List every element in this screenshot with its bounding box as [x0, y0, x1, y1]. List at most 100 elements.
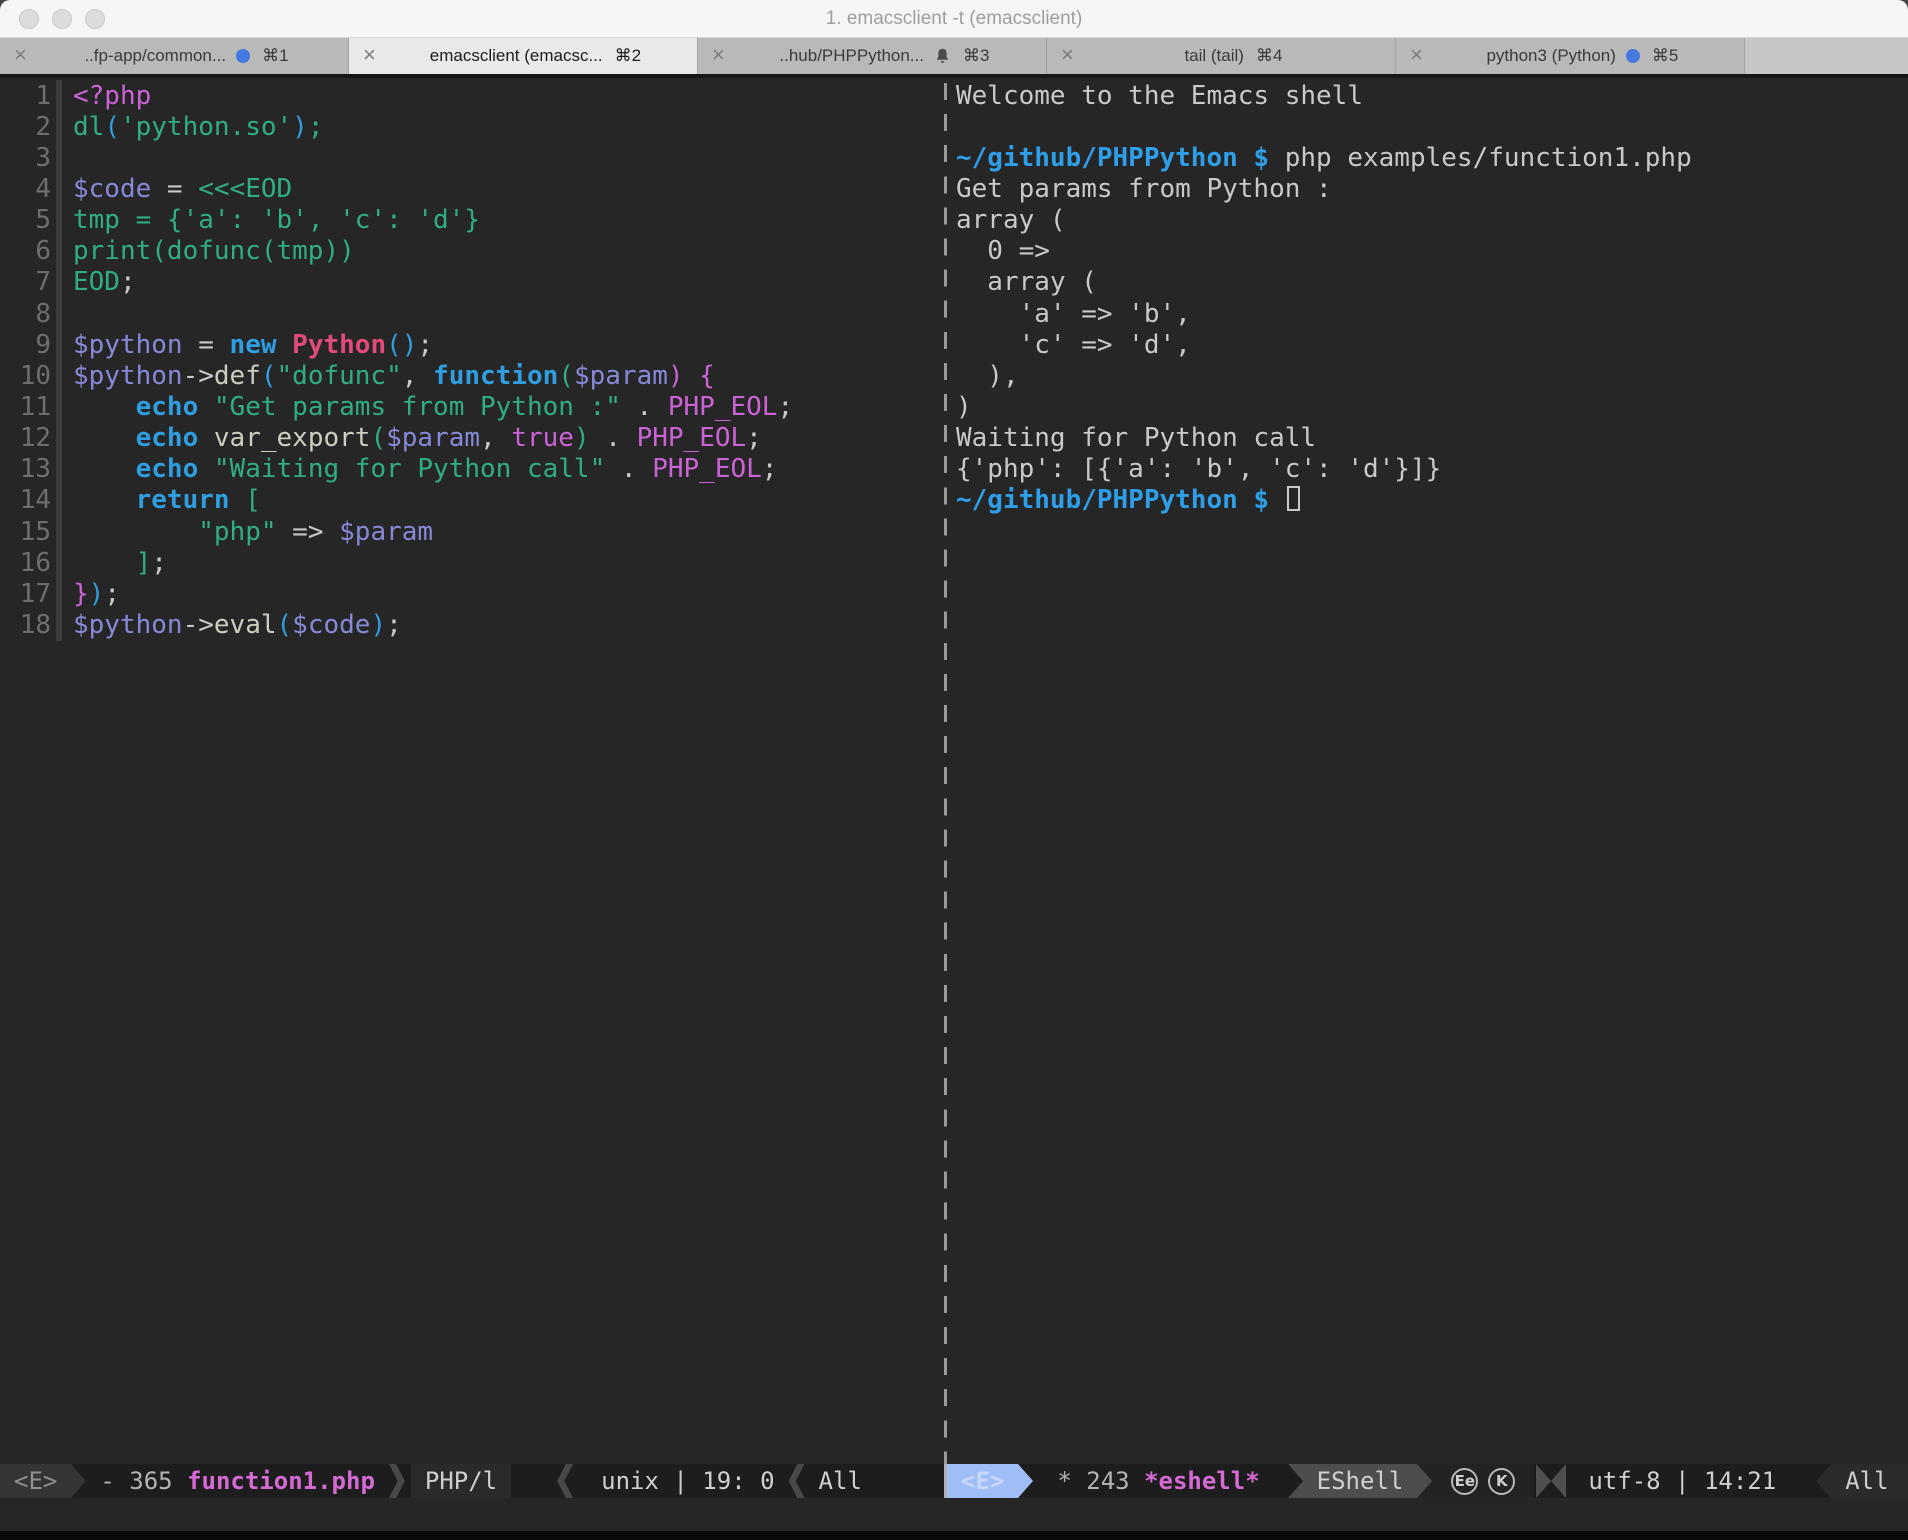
line-number: 10 — [0, 361, 56, 391]
tab-1[interactable]: × ..fp-app/common... ⌘1 — [0, 38, 349, 74]
tab-bar: × ..fp-app/common... ⌘1 × emacsclient (emacs… — [0, 38, 1908, 74]
tab-label: emacsclient (emacsc... — [430, 46, 603, 66]
shell-line: ~/github/PHPPython $ — [956, 485, 1908, 516]
code-line: 13 echo "Waiting for Python call" . PHP_… — [0, 454, 944, 485]
code-line: 9$python = new Python(); — [0, 329, 944, 360]
code-line: 10$python->def("dofunc", function($param… — [0, 360, 944, 391]
powerline-separator-icon — [1018, 1464, 1033, 1498]
terminal-window: 1. emacsclient -t (emacsclient) × ..fp-ap… — [0, 0, 1908, 1540]
tab-shortcut: ⌘1 — [262, 46, 288, 66]
code-line: 2dl('python.so'); — [0, 111, 944, 142]
code-line: 11 echo "Get params from Python :" . PHP… — [0, 391, 944, 422]
tab-content: ..hub/PHPPython... ⌘3 — [733, 46, 1036, 66]
gutter-strip — [56, 80, 62, 111]
powerline-separator-icon — [1288, 1464, 1303, 1498]
emacs-windows: 1<?php2dl('python.so');34$code = <<<EOD5… — [0, 78, 1908, 1464]
shell-line: 'c' => 'd', — [956, 329, 1908, 360]
activity-dot-icon — [1626, 49, 1640, 63]
tab-content: emacsclient (emacsc... ⌘2 — [384, 46, 687, 66]
window-title: 1. emacsclient -t (emacsclient) — [0, 8, 1908, 30]
line-number: 18 — [0, 610, 56, 640]
major-mode: PHP/l — [411, 1464, 511, 1498]
code-line: 6print(dofunc(tmp)) — [0, 236, 944, 267]
shell-line: Get params from Python : — [956, 173, 1908, 204]
shell-line: ), — [956, 360, 1908, 391]
tab-label: ..hub/PHPPython... — [779, 46, 924, 66]
line-number: 7 — [0, 267, 56, 297]
shell-line: array ( — [956, 267, 1908, 298]
tab-4[interactable]: × tail (tail)⌘4 — [1047, 38, 1396, 74]
line-number: 8 — [0, 299, 56, 329]
tab-close-icon[interactable]: × — [1061, 44, 1074, 66]
powerline-separator-icon — [1417, 1464, 1432, 1498]
shell-line: Waiting for Python call — [956, 423, 1908, 454]
powerline-chevron-icon — [389, 1464, 405, 1498]
modeline-right: <E>* 243 *eshell*EShellEeKutf-8 | 14:21A… — [947, 1464, 1908, 1498]
code-line: 8 — [0, 298, 944, 329]
gutter-strip — [56, 423, 62, 454]
shell-line: ~/github/PHPPython $ php examples/functi… — [956, 142, 1908, 173]
line-number: 6 — [0, 236, 56, 266]
tab-close-icon[interactable]: × — [1410, 44, 1423, 66]
line-number: 4 — [0, 174, 56, 204]
eshell-buffer-window[interactable]: Welcome to the Emacs shell~/github/PHPPy… — [947, 80, 1908, 1464]
gutter-strip — [56, 267, 62, 298]
tab-close-icon[interactable]: × — [363, 44, 376, 66]
tab-shortcut: ⌘3 — [963, 46, 989, 66]
buffer-name: - 365 function1.php — [86, 1464, 389, 1498]
powerline-separator-icon — [1816, 1464, 1831, 1498]
emacs-frame: 1<?php2dl('python.so');34$code = <<<EOD5… — [0, 74, 1908, 1540]
scroll-position: All — [805, 1464, 876, 1498]
code-line: 14 return [ — [0, 485, 944, 516]
line-number: 14 — [0, 485, 56, 515]
emacs-mode-icon: Ee — [1451, 1468, 1478, 1495]
shell-line — [956, 111, 1908, 142]
window-indicator: <E> — [0, 1464, 71, 1498]
powerline-separator-icon — [1536, 1464, 1566, 1498]
bell-icon — [934, 47, 951, 66]
k-mode-icon: K — [1488, 1468, 1515, 1495]
line-number: 5 — [0, 205, 56, 235]
scroll-position: All — [1831, 1464, 1908, 1498]
gutter-strip — [56, 298, 62, 329]
text-cursor — [1287, 486, 1300, 511]
code-buffer-window[interactable]: 1<?php2dl('python.so');34$code = <<<EOD5… — [0, 80, 944, 1464]
tab-label: tail (tail) — [1184, 46, 1244, 66]
echo-area — [0, 1498, 1908, 1531]
tab-2[interactable]: × emacsclient (emacsc... ⌘2 — [349, 38, 698, 74]
buffer-name: * 243 *eshell* — [1043, 1464, 1273, 1498]
code-line: 5tmp = {'a': 'b', 'c': 'd'} — [0, 205, 944, 236]
shell-line: array ( — [956, 205, 1908, 236]
tab-5[interactable]: × python3 (Python)⌘5 — [1396, 38, 1745, 74]
powerline-chevron-icon — [557, 1464, 573, 1498]
encoding-and-time: utf-8 | 14:21 — [1574, 1464, 1790, 1498]
gutter-strip — [56, 142, 62, 173]
code-line: 7EOD; — [0, 267, 944, 298]
modeline-left: <E>- 365 function1.phpPHP/lunix | 19: 0A… — [0, 1464, 944, 1498]
code-line: 17}); — [0, 578, 944, 609]
gutter-strip — [56, 236, 62, 267]
shell-line: 'a' => 'b', — [956, 298, 1908, 329]
tab-content: tail (tail)⌘4 — [1082, 46, 1385, 66]
tab-label: python3 (Python) — [1486, 46, 1615, 66]
tab-shortcut: ⌘2 — [615, 46, 641, 66]
tab-close-icon[interactable]: × — [712, 44, 725, 66]
code-line: 18$python->eval($code); — [0, 609, 944, 640]
gutter-strip — [56, 360, 62, 391]
tab-close-icon[interactable]: × — [14, 44, 27, 66]
tab-3[interactable]: × ..hub/PHPPython... ⌘3 — [698, 38, 1047, 74]
activity-dot-icon — [236, 49, 250, 63]
gutter-strip — [56, 111, 62, 142]
tab-content: python3 (Python)⌘5 — [1431, 46, 1734, 66]
modeline-icons: Ee K — [1432, 1464, 1534, 1498]
gutter-strip — [56, 578, 62, 609]
gutter-strip — [56, 329, 62, 360]
powerline-chevron-icon — [789, 1464, 805, 1498]
line-number: 15 — [0, 517, 56, 547]
code-line: 16 ]; — [0, 547, 944, 578]
line-number: 11 — [0, 392, 56, 422]
tab-label: ..fp-app/common... — [84, 46, 226, 66]
active-window-indicator: <E> — [947, 1464, 1018, 1498]
gutter-strip — [56, 485, 62, 516]
code-line: 15 "php" => $param — [0, 516, 944, 547]
